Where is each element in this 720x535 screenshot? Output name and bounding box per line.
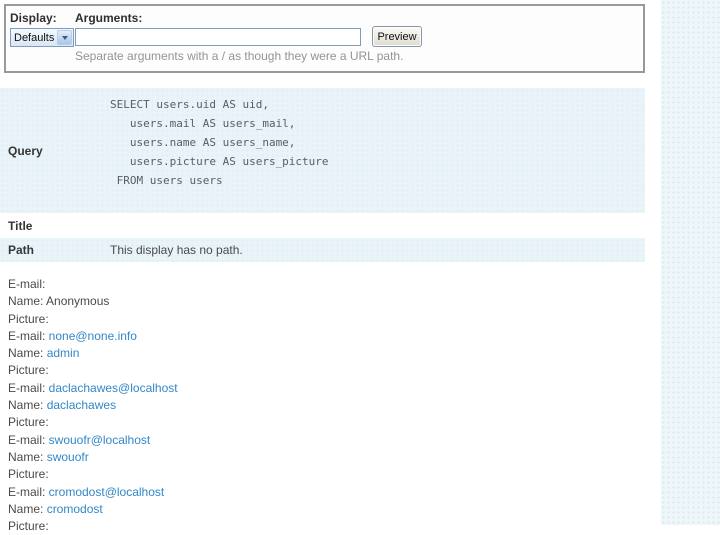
email-link[interactable]: daclachawes@localhost [49, 381, 178, 395]
field-label: Name: [8, 398, 47, 413]
arguments-label: Arguments: [75, 11, 143, 25]
field-label: Name: [8, 346, 47, 361]
user-field-line: E-mail: cromodost@localhost [8, 484, 638, 501]
field-label: E-mail: [8, 277, 46, 291]
preview-controls-fieldset: Display: Arguments: Defaults Preview Sep… [4, 4, 645, 73]
page-background-texture [661, 0, 720, 525]
field-label: Name: [8, 294, 47, 309]
name-link[interactable]: cromodost [47, 502, 103, 516]
preview-button[interactable]: Preview [372, 26, 422, 47]
user-field-line: Picture: [8, 466, 638, 483]
field-label: Name: [8, 501, 47, 516]
email-link[interactable]: cromodost@localhost [49, 485, 165, 499]
path-value: This display has no path. [110, 243, 243, 257]
display-select[interactable]: Defaults [10, 28, 74, 47]
query-label: Query [8, 143, 43, 158]
display-select-value: Defaults [14, 32, 55, 44]
field-label: Picture: [8, 363, 49, 378]
query-sql: SELECT users.uid AS uid, users.mail AS u… [110, 98, 329, 187]
user-field-line: Name: swouofr [8, 449, 638, 466]
title-label: Title [8, 218, 33, 233]
title-row: Title [0, 213, 645, 238]
user-field-line: E-mail: daclachawes@localhost [8, 380, 638, 397]
field-label: Name: [8, 449, 47, 464]
user-field-line: Name: admin [8, 345, 638, 362]
name-link[interactable]: swouofr [47, 450, 89, 464]
email-link[interactable]: swouofr@localhost [49, 433, 151, 447]
user-field-line: E-mail: none@none.info [8, 328, 638, 345]
name-link: Anonymous [46, 294, 110, 309]
user-field-line: E-mail: [8, 276, 638, 293]
arguments-input[interactable] [75, 28, 361, 46]
user-field-line: Picture: [8, 518, 638, 535]
field-label: Picture: [8, 415, 49, 430]
path-label: Path [8, 243, 35, 257]
field-label: Picture: [8, 311, 49, 326]
chevron-down-icon [57, 30, 72, 45]
field-label: E-mail: [8, 328, 49, 343]
arguments-help-text: Separate arguments with a / as though th… [75, 49, 404, 63]
field-label: E-mail: [8, 432, 49, 447]
display-label: Display: [10, 11, 57, 25]
field-label: E-mail: [8, 380, 49, 395]
user-field-line: E-mail: swouofr@localhost [8, 432, 638, 449]
field-label: Picture: [8, 519, 49, 534]
user-field-line: Picture: [8, 311, 638, 328]
name-link[interactable]: admin [47, 346, 80, 360]
query-row: Query SELECT users.uid AS uid, users.mai… [0, 88, 645, 213]
email-link[interactable]: none@none.info [49, 329, 137, 343]
user-field-line: Picture: [8, 414, 638, 431]
user-field-line: Name: daclachawes [8, 397, 638, 414]
field-label: Picture: [8, 467, 49, 482]
user-field-line: Picture: [8, 362, 638, 379]
user-field-line: Name: cromodost [8, 501, 638, 518]
user-field-line: Name: Anonymous [8, 293, 638, 310]
path-row: Path This display has no path. [0, 238, 645, 262]
field-label: E-mail: [8, 484, 49, 499]
name-link[interactable]: daclachawes [47, 398, 116, 412]
user-list: E-mail: Name: Anonymous Picture: E-mail: no… [8, 276, 638, 535]
